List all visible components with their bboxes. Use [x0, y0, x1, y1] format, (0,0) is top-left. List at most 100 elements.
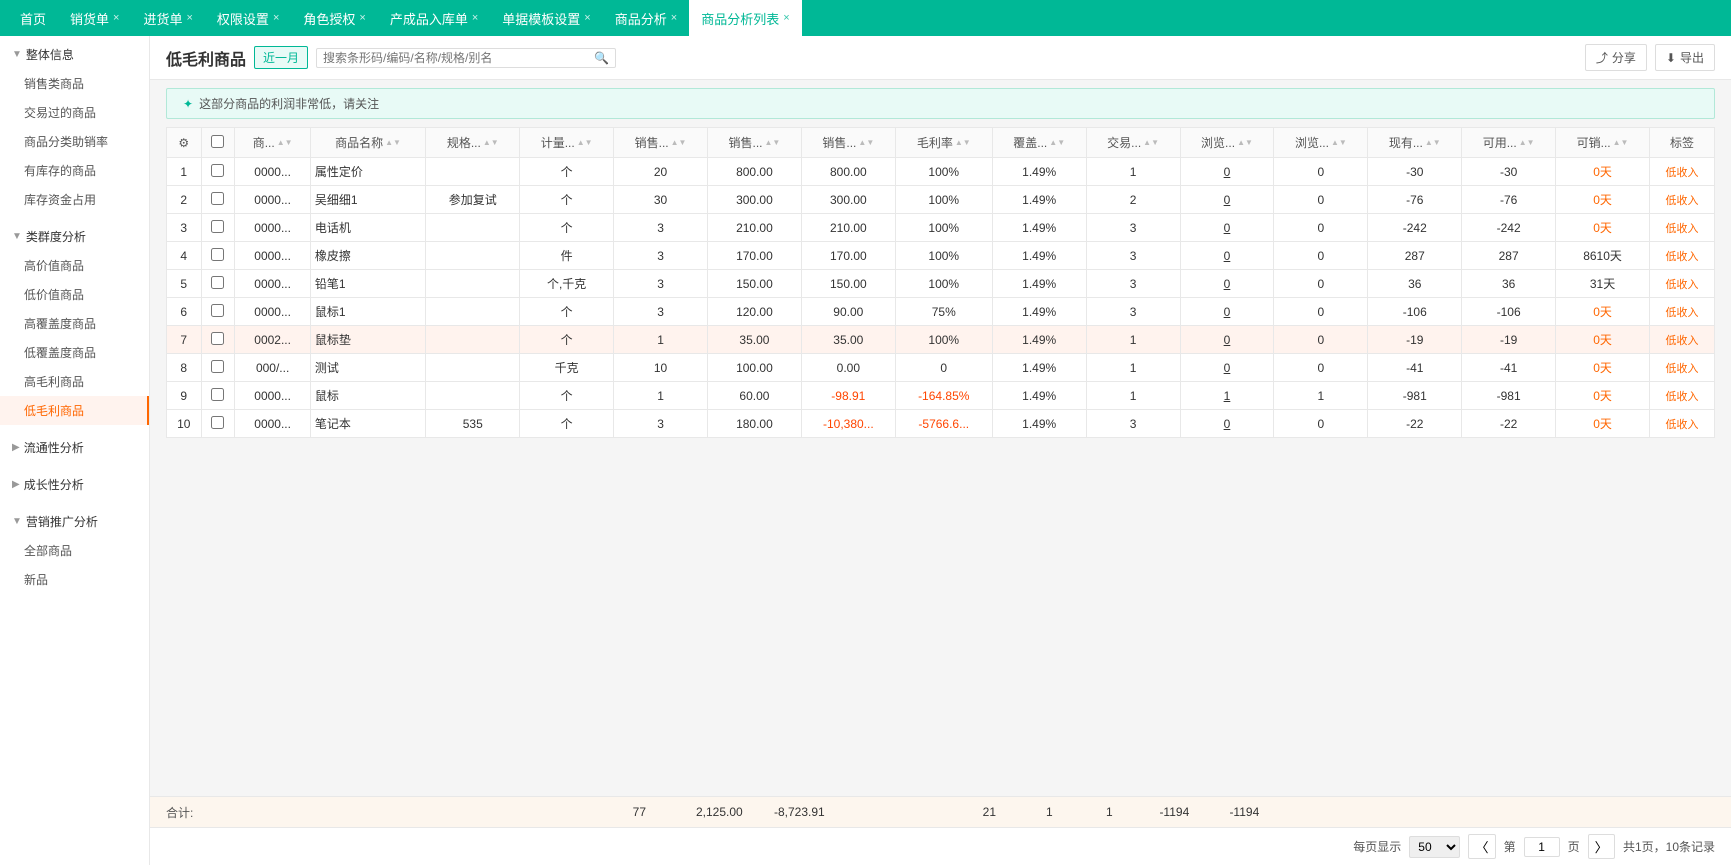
cell-name[interactable]: 鼠标垫: [310, 326, 426, 354]
sidebar-item-new-products[interactable]: 新品: [0, 565, 149, 594]
nav-role-auth[interactable]: 角色授权 ×: [291, 0, 377, 36]
sidebar-item-low-coverage[interactable]: 低覆盖度商品: [0, 338, 149, 367]
row-checkbox[interactable]: [211, 416, 224, 429]
cell-browse1[interactable]: 0: [1180, 354, 1274, 382]
next-page-button[interactable]: 〉: [1588, 834, 1615, 859]
sidebar-item-stock-capital[interactable]: 库存资金占用: [0, 185, 149, 214]
nav-close-product[interactable]: ×: [472, 12, 478, 24]
time-filter-button[interactable]: 近一月: [254, 46, 308, 69]
sidebar-item-low-margin[interactable]: 低毛利商品: [0, 396, 149, 425]
nav-product-analysis-list[interactable]: 商品分析列表 ×: [689, 0, 801, 36]
cell-browse1[interactable]: 0: [1180, 158, 1274, 186]
sidebar-section-cluster-title[interactable]: ▼ 类群度分析: [0, 222, 149, 251]
cell-checkbox[interactable]: [201, 382, 235, 410]
cell-name[interactable]: 橡皮擦: [310, 242, 426, 270]
cell-name[interactable]: 属性定价: [310, 158, 426, 186]
sort-icon-unit[interactable]: ▲▼: [577, 139, 593, 147]
row-checkbox[interactable]: [211, 220, 224, 233]
cell-name[interactable]: 吴细细1: [310, 186, 426, 214]
nav-home[interactable]: 首页: [8, 0, 58, 36]
cell-name[interactable]: 鼠标1: [310, 298, 426, 326]
nav-product-analysis[interactable]: 商品分析 ×: [603, 0, 689, 36]
cell-checkbox[interactable]: [201, 158, 235, 186]
cell-browse1[interactable]: 0: [1180, 326, 1274, 354]
settings-icon[interactable]: ⚙: [178, 136, 189, 150]
cell-checkbox[interactable]: [201, 270, 235, 298]
nav-close-purchase[interactable]: ×: [186, 12, 192, 24]
sidebar-section-liquidity-title[interactable]: ▶ 流通性分析: [0, 433, 149, 462]
page-number-input[interactable]: [1524, 837, 1560, 857]
cell-browse1[interactable]: 0: [1180, 410, 1274, 438]
export-button[interactable]: ⬇ 导出: [1655, 44, 1715, 71]
cell-browse1[interactable]: 0: [1180, 270, 1274, 298]
nav-close-permission[interactable]: ×: [273, 12, 279, 24]
row-checkbox[interactable]: [211, 164, 224, 177]
row-checkbox[interactable]: [211, 248, 224, 261]
sidebar-section-growth-title[interactable]: ▶ 成长性分析: [0, 470, 149, 499]
sidebar-section-overall-title[interactable]: ▼ 整体信息: [0, 40, 149, 69]
sort-icon-coverage[interactable]: ▲▼: [1049, 139, 1065, 147]
row-checkbox[interactable]: [211, 192, 224, 205]
cell-name[interactable]: 测试: [310, 354, 426, 382]
sort-icon-margin[interactable]: ▲▼: [955, 139, 971, 147]
row-checkbox[interactable]: [211, 276, 224, 289]
row-checkbox[interactable]: [211, 360, 224, 373]
sort-icon-current[interactable]: ▲▼: [1425, 139, 1441, 147]
sidebar-item-all-products[interactable]: 全部商品: [0, 536, 149, 565]
nav-product-entry[interactable]: 产成品入库单 ×: [378, 0, 490, 36]
nav-close-analysis-list[interactable]: ×: [783, 12, 789, 24]
nav-close-sales[interactable]: ×: [113, 12, 119, 24]
col-settings[interactable]: ⚙: [167, 128, 202, 158]
sort-icon-spec[interactable]: ▲▼: [483, 139, 499, 147]
nav-close-analysis[interactable]: ×: [671, 12, 677, 24]
cell-checkbox[interactable]: [201, 354, 235, 382]
sidebar-item-high-margin[interactable]: 高毛利商品: [0, 367, 149, 396]
prev-page-button[interactable]: 〈: [1468, 834, 1495, 859]
sidebar-item-high-value[interactable]: 高价值商品: [0, 251, 149, 280]
sort-icon-name[interactable]: ▲▼: [385, 139, 401, 147]
nav-close-template[interactable]: ×: [584, 12, 590, 24]
nav-close-role[interactable]: ×: [359, 12, 365, 24]
sidebar-item-high-coverage[interactable]: 高覆盖度商品: [0, 309, 149, 338]
col-checkbox-header[interactable]: [201, 128, 235, 158]
sort-icon-browse2[interactable]: ▲▼: [1331, 139, 1347, 147]
cell-checkbox[interactable]: [201, 410, 235, 438]
cell-browse1[interactable]: 0: [1180, 298, 1274, 326]
nav-purchase-order[interactable]: 进货单 ×: [131, 0, 204, 36]
page-size-select[interactable]: 50 100 200: [1409, 836, 1460, 858]
sort-icon-price[interactable]: ▲▼: [765, 139, 781, 147]
row-checkbox[interactable]: [211, 388, 224, 401]
sidebar-item-stocked-products[interactable]: 有库存的商品: [0, 156, 149, 185]
search-icon[interactable]: 🔍: [594, 51, 609, 65]
nav-template-setting[interactable]: 单据模板设置 ×: [490, 0, 602, 36]
cell-browse1[interactable]: 0: [1180, 214, 1274, 242]
cell-browse1[interactable]: 1: [1180, 382, 1274, 410]
cell-checkbox[interactable]: [201, 298, 235, 326]
sidebar-item-low-value[interactable]: 低价值商品: [0, 280, 149, 309]
sort-icon-sellable[interactable]: ▲▼: [1613, 139, 1629, 147]
cell-name[interactable]: 电话机: [310, 214, 426, 242]
sort-icon-available[interactable]: ▲▼: [1519, 139, 1535, 147]
sort-icon-browse1[interactable]: ▲▼: [1237, 139, 1253, 147]
cell-checkbox[interactable]: [201, 186, 235, 214]
cell-browse1[interactable]: 0: [1180, 242, 1274, 270]
search-input[interactable]: [323, 51, 594, 65]
cell-name[interactable]: 笔记本: [310, 410, 426, 438]
nav-permission[interactable]: 权限设置 ×: [205, 0, 291, 36]
share-button[interactable]: ⤴ 分享: [1585, 44, 1647, 71]
cell-checkbox[interactable]: [201, 326, 235, 354]
cell-checkbox[interactable]: [201, 214, 235, 242]
nav-sales-order[interactable]: 销货单 ×: [58, 0, 131, 36]
sort-icon-transaction[interactable]: ▲▼: [1143, 139, 1159, 147]
sidebar-section-marketing-title[interactable]: ▼ 营销推广分析: [0, 507, 149, 536]
select-all-checkbox[interactable]: [211, 135, 224, 148]
cell-name[interactable]: 鼠标: [310, 382, 426, 410]
row-checkbox[interactable]: [211, 304, 224, 317]
sidebar-item-traded-products[interactable]: 交易过的商品: [0, 98, 149, 127]
sort-icon-qty[interactable]: ▲▼: [671, 139, 687, 147]
cell-name[interactable]: 铅笔1: [310, 270, 426, 298]
row-checkbox[interactable]: [211, 332, 224, 345]
sort-icon-amount[interactable]: ▲▼: [858, 139, 874, 147]
sidebar-item-sales-products[interactable]: 销售类商品: [0, 69, 149, 98]
cell-checkbox[interactable]: [201, 242, 235, 270]
